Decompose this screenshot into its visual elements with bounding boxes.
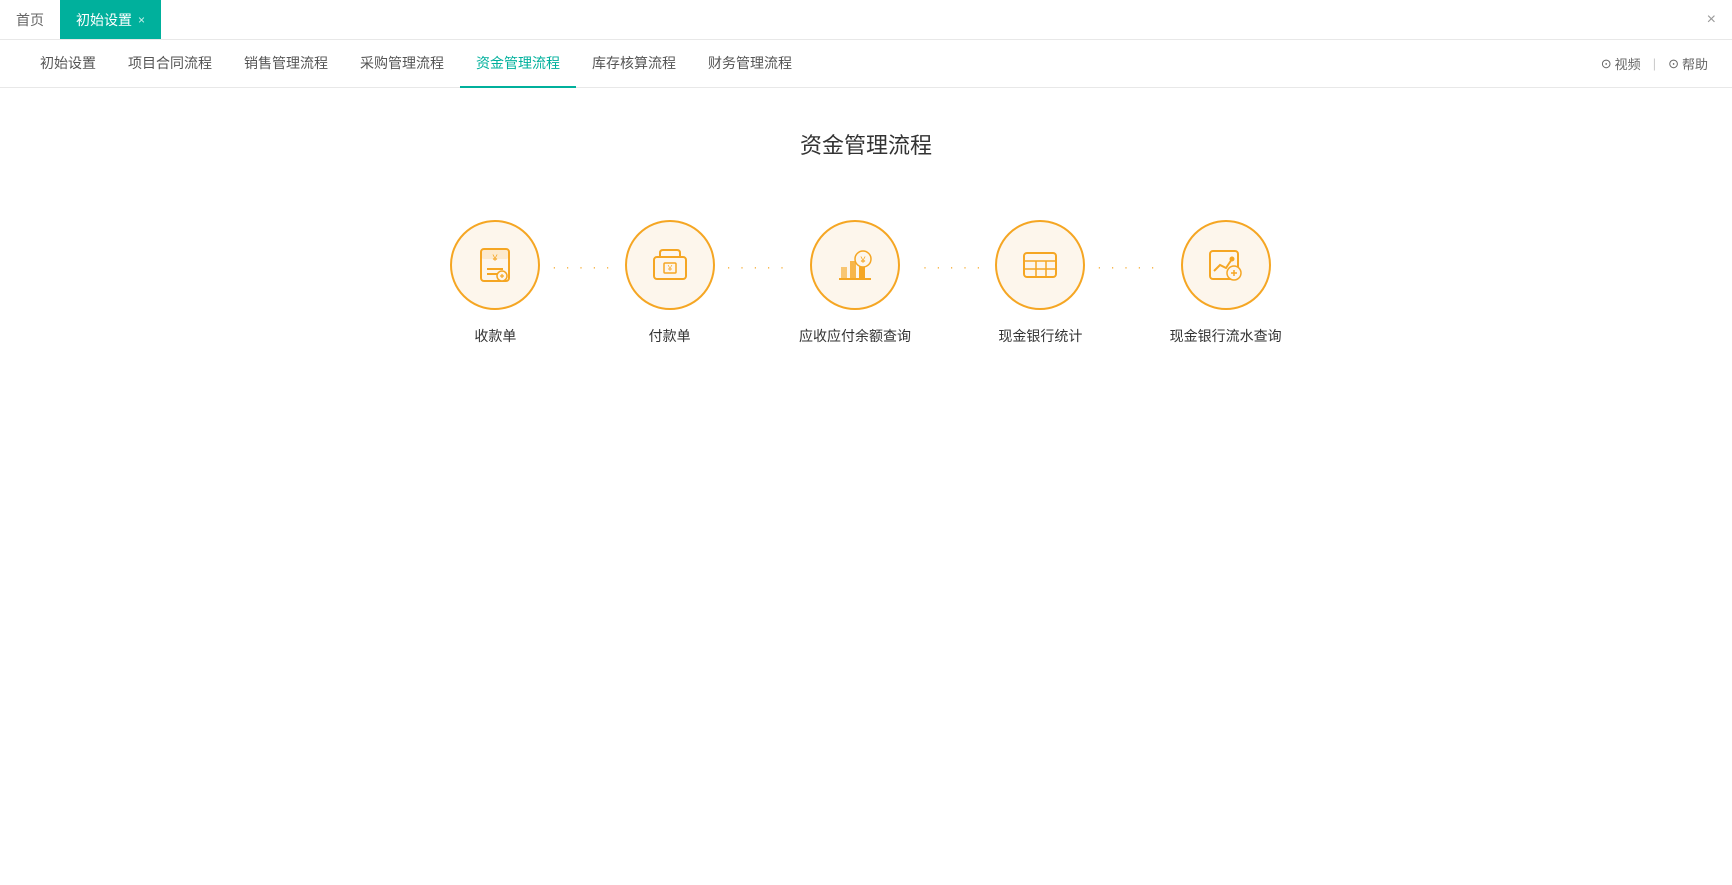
window-close-button[interactable]: × xyxy=(1691,11,1732,29)
nav-item-label: 采购管理流程 xyxy=(360,53,444,73)
flow-connector-1: · · · · · xyxy=(540,260,624,274)
flow-connector-2: · · · · · xyxy=(715,260,799,274)
play-circle-icon: ⊙ xyxy=(1601,56,1612,72)
flow-circle-bank-flow xyxy=(1181,220,1271,310)
help-label: 帮助 xyxy=(1682,54,1708,73)
flow-item-payment[interactable]: ¥ 付款单 xyxy=(625,220,715,346)
active-tab[interactable]: 初始设置 × xyxy=(60,0,161,39)
nav-item-purchase[interactable]: 采购管理流程 xyxy=(344,41,460,88)
nav-item-accounting[interactable]: 财务管理流程 xyxy=(692,41,808,88)
home-label: 首页 xyxy=(16,10,44,30)
flow-circle-balance-query: ¥ xyxy=(810,220,900,310)
nav-divider: | xyxy=(1653,56,1656,71)
nav-item-project-contract[interactable]: 项目合同流程 xyxy=(112,41,228,88)
flow-item-receipt[interactable]: ¥ 收款单 xyxy=(450,220,540,346)
nav-item-label: 项目合同流程 xyxy=(128,53,212,73)
video-label: 视频 xyxy=(1615,54,1641,73)
nav-item-label: 财务管理流程 xyxy=(708,53,792,73)
balance-query-icon: ¥ xyxy=(831,241,879,289)
nav-item-label: 销售管理流程 xyxy=(244,53,328,73)
nav-item-label: 初始设置 xyxy=(40,53,96,73)
flow-connector-3: · · · · · xyxy=(911,260,995,274)
svg-text:¥: ¥ xyxy=(859,255,866,265)
payment-yen-icon: ¥ xyxy=(646,241,694,289)
bank-stats-icon xyxy=(1016,241,1064,289)
tab-label: 初始设置 xyxy=(76,10,132,30)
main-content: 资金管理流程 ¥ 收款单 · · · · · xyxy=(0,88,1732,386)
svg-text:¥: ¥ xyxy=(492,253,499,263)
flow-circle-payment: ¥ xyxy=(625,220,715,310)
home-tab[interactable]: 首页 xyxy=(0,0,60,39)
window-close-icon: × xyxy=(1707,11,1716,28)
nav-right-actions: ⊙ 视频 | ⊙ 帮助 xyxy=(1601,54,1708,73)
top-bar: 首页 初始设置 × × xyxy=(0,0,1732,40)
nav-item-label: 资金管理流程 xyxy=(476,53,560,73)
help-link[interactable]: ⊙ 帮助 xyxy=(1668,54,1708,73)
nav-item-inventory[interactable]: 库存核算流程 xyxy=(576,41,692,88)
video-link[interactable]: ⊙ 视频 xyxy=(1601,54,1641,73)
flow-label-receipt: 收款单 xyxy=(474,326,516,346)
nav-item-initial-setup[interactable]: 初始设置 xyxy=(24,41,112,88)
flow-connector-4: · · · · · xyxy=(1085,260,1169,274)
flow-label-payment: 付款单 xyxy=(649,326,691,346)
nav-item-label: 库存核算流程 xyxy=(592,53,676,73)
tab-close-icon[interactable]: × xyxy=(138,13,145,27)
flow-item-balance-query[interactable]: ¥ 应收应付余额查询 xyxy=(799,220,911,346)
flow-circle-receipt: ¥ xyxy=(450,220,540,310)
flow-label-bank-flow: 现金银行流水查询 xyxy=(1170,326,1282,346)
help-circle-icon: ⊙ xyxy=(1668,56,1679,72)
nav-bar: 初始设置 项目合同流程 销售管理流程 采购管理流程 资金管理流程 库存核算流程 … xyxy=(0,40,1732,88)
receipt-yen-icon: ¥ xyxy=(471,241,519,289)
page-title: 资金管理流程 xyxy=(800,128,932,160)
bank-flow-icon xyxy=(1202,241,1250,289)
flow-row: ¥ 收款单 · · · · · ¥ xyxy=(450,220,1281,346)
flow-item-bank-stats[interactable]: 现金银行统计 xyxy=(995,220,1085,346)
svg-text:¥: ¥ xyxy=(666,264,672,273)
nav-item-finance[interactable]: 资金管理流程 xyxy=(460,41,576,88)
flow-item-bank-flow[interactable]: 现金银行流水查询 xyxy=(1170,220,1282,346)
flow-label-bank-stats: 现金银行统计 xyxy=(998,326,1082,346)
flow-circle-bank-stats xyxy=(995,220,1085,310)
nav-item-sales[interactable]: 销售管理流程 xyxy=(228,41,344,88)
flow-label-balance-query: 应收应付余额查询 xyxy=(799,326,911,346)
